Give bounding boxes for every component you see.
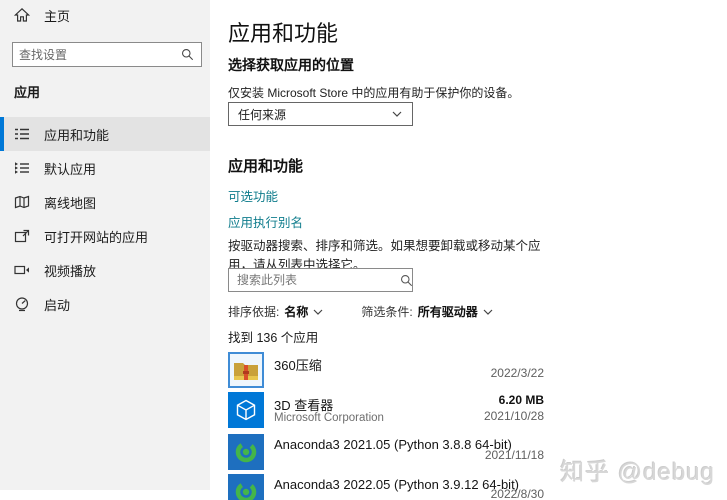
settings-search[interactable] — [12, 42, 202, 67]
app-row-360zip[interactable]: 360压缩 2022/3/22 — [228, 352, 544, 392]
app-list-search[interactable] — [228, 268, 413, 292]
page-title: 应用和功能 — [228, 21, 339, 46]
sort-by-dropdown[interactable]: 名称 — [284, 303, 323, 320]
main-content: 应用和功能 选择获取应用的位置 仅安装 Microsoft Store 中的应用… — [228, 0, 727, 500]
app-date: 2022/8/30 — [490, 487, 544, 500]
sidebar-item-label: 启动 — [44, 297, 71, 313]
default-apps-icon — [15, 162, 29, 174]
offline-maps-icon — [14, 195, 30, 209]
optional-features-link[interactable]: 可选功能 — [228, 186, 278, 205]
sidebar-item-startup[interactable]: 启动 — [0, 287, 210, 321]
filter-by-dropdown[interactable]: 所有驱动器 — [418, 303, 493, 320]
home-label: 主页 — [44, 8, 71, 24]
3d-viewer-icon — [228, 392, 264, 428]
app-source-value: 任何来源 — [238, 107, 287, 122]
app-row-anaconda-2022[interactable]: Anaconda3 2022.05 (Python 3.9.12 64-bit)… — [228, 474, 544, 500]
sidebar-item-label: 离线地图 — [44, 195, 97, 211]
app-date: 2022/3/22 — [490, 366, 544, 380]
app-date: 2021/10/28 — [483, 409, 544, 423]
sidebar-item-apps-for-websites[interactable]: 可打开网站的应用 — [0, 219, 210, 253]
search-icon — [401, 274, 413, 286]
app-date: 2021/11/18 — [484, 448, 544, 462]
chevron-down-icon — [392, 111, 402, 117]
sidebar-item-label: 可打开网站的应用 — [44, 229, 149, 245]
app-source-dropdown[interactable]: 任何来源 — [228, 102, 413, 126]
app-list-search-input[interactable] — [229, 273, 400, 287]
settings-window: 主页 应用 应用和功能 — [0, 0, 727, 500]
app-name: 360压缩 — [274, 358, 322, 373]
filter-by-label: 筛选条件: — [361, 305, 413, 319]
sort-by-value: 名称 — [284, 305, 309, 319]
sidebar-nav: 应用和功能 默认应用 离线地图 可打开网站的应用 视频播放 启动 — [0, 117, 210, 321]
app-size: 6.20 MB — [498, 393, 544, 407]
home-icon — [14, 7, 30, 22]
sidebar-item-offline-maps[interactable]: 离线地图 — [0, 185, 210, 219]
sidebar-item-label: 应用和功能 — [44, 127, 110, 143]
anaconda-icon — [228, 434, 264, 470]
sidebar-item-apps-features[interactable]: 应用和功能 — [0, 117, 210, 151]
sidebar: 主页 应用 应用和功能 — [0, 0, 210, 490]
filter-by-value: 所有驱动器 — [417, 305, 478, 319]
sidebar-section-title: 应用 — [14, 85, 41, 100]
app-row-anaconda-2021[interactable]: Anaconda3 2021.05 (Python 3.8.8 64-bit) … — [228, 434, 544, 474]
app-row-3d-viewer[interactable]: 3D 查看器 Microsoft Corporation 6.20 MB 202… — [228, 392, 544, 432]
startup-icon — [15, 297, 29, 312]
sidebar-item-default-apps[interactable]: 默认应用 — [0, 151, 210, 185]
search-icon — [182, 49, 194, 61]
chevron-down-icon — [313, 309, 323, 315]
settings-search-input[interactable] — [13, 47, 181, 62]
360zip-icon — [228, 352, 264, 388]
sort-filter-bar: 排序依据: 名称 筛选条件: 所有驱动器 — [228, 303, 493, 320]
app-publisher: Microsoft Corporation — [274, 412, 384, 424]
choose-source-heading: 选择获取应用的位置 — [228, 57, 354, 73]
app-name: Anaconda3 2021.05 (Python 3.8.8 64-bit) — [274, 437, 512, 452]
apps-for-websites-icon — [14, 229, 30, 243]
apps-found-count: 找到 136 个应用 — [228, 331, 319, 345]
sidebar-item-video-playback[interactable]: 视频播放 — [0, 253, 210, 287]
anaconda-icon — [228, 474, 264, 500]
apps-features-icon — [15, 128, 29, 140]
app-name: Anaconda3 2022.05 (Python 3.9.12 64-bit) — [274, 477, 520, 492]
sort-by-label: 排序依据: — [228, 305, 280, 319]
sidebar-item-label: 视频播放 — [44, 263, 97, 279]
video-playback-icon — [14, 265, 29, 275]
chevron-down-icon — [483, 309, 493, 315]
zhihu-watermark: 知乎 @debug — [560, 459, 715, 486]
app-execution-aliases-link[interactable]: 应用执行别名 — [228, 212, 303, 231]
selected-accent-bar — [0, 117, 4, 151]
sidebar-home[interactable]: 主页 — [0, 0, 210, 30]
sidebar-item-label: 默认应用 — [44, 161, 97, 177]
apps-features-heading: 应用和功能 — [228, 158, 304, 175]
store-protect-text: 仅安装 Microsoft Store 中的应用有助于保护你的设备。 — [228, 86, 520, 100]
